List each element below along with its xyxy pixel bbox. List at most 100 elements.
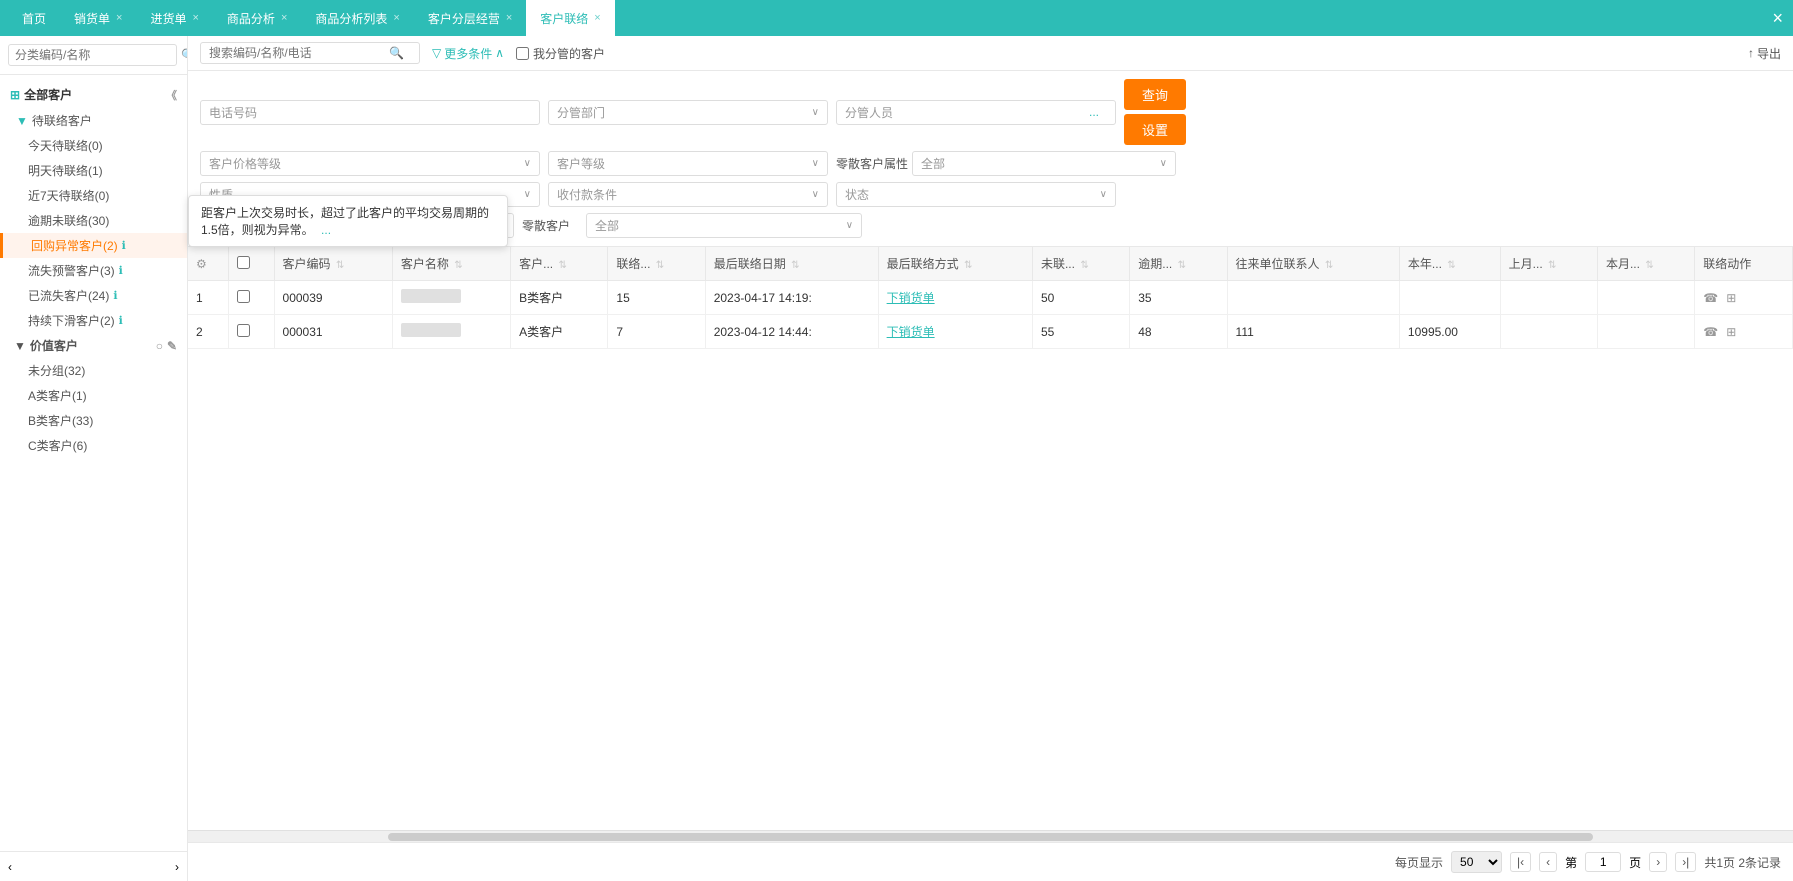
- nav-customer-tier[interactable]: 客户分层经营 ×: [414, 0, 526, 36]
- table-settings-icon[interactable]: ⚙: [196, 257, 207, 271]
- sidebar-group-value-customers[interactable]: ▼ 价值客户 ○ ✎: [0, 333, 187, 358]
- col-last-month-header[interactable]: 上月... ⇅: [1500, 247, 1597, 281]
- contact-more-icon[interactable]: ⊞: [1726, 325, 1736, 339]
- row1-overdue: 35: [1130, 281, 1227, 315]
- manager-filter[interactable]: 分管人员 ...: [836, 100, 1116, 125]
- row1-current-month: [1597, 281, 1694, 315]
- ellipsis-icon[interactable]: ...: [1081, 105, 1107, 119]
- page-number-input[interactable]: [1585, 852, 1621, 872]
- sidebar-item-churned[interactable]: 已流失客户(24) ℹ: [0, 283, 187, 308]
- col-last-contact-method-header[interactable]: 最后联络方式 ⇅: [878, 247, 1032, 281]
- row-checkbox[interactable]: [237, 324, 250, 337]
- sidebar-item-declining[interactable]: 持续下滑客户(2) ℹ: [0, 308, 187, 333]
- next-page-icon[interactable]: ›: [175, 860, 179, 874]
- select-all-checkbox[interactable]: [237, 256, 250, 269]
- row2-overdue: 48: [1130, 315, 1227, 349]
- search-icon[interactable]: 🔍: [389, 46, 404, 60]
- row1-last-method[interactable]: 下销货单: [878, 281, 1032, 315]
- sidebar-item-today[interactable]: 今天待联络(0): [0, 133, 187, 158]
- sort-icon: ⇅: [1325, 260, 1333, 271]
- nav-product-analysis-list[interactable]: 商品分析列表 ×: [301, 0, 413, 36]
- customer-search-input[interactable]: [209, 46, 389, 60]
- payment-filter[interactable]: 收付款条件 ∨: [548, 182, 828, 207]
- sidebar-item-tomorrow[interactable]: 明天待联络(1): [0, 158, 187, 183]
- phone-filter[interactable]: 电话号码: [200, 100, 540, 125]
- first-page-button[interactable]: |‹: [1510, 852, 1531, 872]
- chevron-down-icon: ∨: [524, 189, 531, 200]
- row2-last-method[interactable]: 下销货单: [878, 315, 1032, 349]
- prev-page-button[interactable]: ‹: [1539, 852, 1557, 872]
- sidebar-item-churn-warning[interactable]: 流失预警客户(3) ℹ: [0, 258, 187, 283]
- col-contacts-header[interactable]: 往来单位联系人 ⇅: [1227, 247, 1399, 281]
- customer-level-filter[interactable]: 客户等级 ∨: [548, 151, 828, 176]
- my-customers-checkbox-area: 我分管的客户: [516, 45, 605, 62]
- col-overdue-header[interactable]: 逾期... ⇅: [1130, 247, 1227, 281]
- nav-product-analysis[interactable]: 商品分析 ×: [213, 0, 301, 36]
- chevron-down-icon: ∨: [1160, 158, 1167, 169]
- sidebar-item-class-b[interactable]: B类客户(33): [0, 408, 187, 433]
- nav-sales-order[interactable]: 销货单 ×: [60, 0, 136, 36]
- close-icon[interactable]: ×: [594, 12, 600, 24]
- my-customers-checkbox[interactable]: [516, 47, 529, 60]
- col-current-year-header[interactable]: 本年... ⇅: [1399, 247, 1500, 281]
- retail-customer-filter[interactable]: 全部 ∨: [586, 213, 862, 238]
- col-current-month-header[interactable]: 本月... ⇅: [1597, 247, 1694, 281]
- chevron-down-icon: ∨: [812, 107, 819, 118]
- retail-attr-filter[interactable]: 全部 ∨: [912, 151, 1176, 176]
- close-icon[interactable]: ×: [281, 12, 287, 24]
- status-filter[interactable]: 状态 ∨: [836, 182, 1116, 207]
- filter-bar: 🔍 ▽ 更多条件 ∧ 我分管的客户 ↑ 导出: [188, 36, 1793, 71]
- sidebar-item-7days[interactable]: 近7天待联络(0): [0, 183, 187, 208]
- price-level-filter[interactable]: 客户价格等级 ∨: [200, 151, 540, 176]
- edit-group-icon[interactable]: ✎: [167, 339, 177, 353]
- nav-close-all-button[interactable]: ×: [1772, 8, 1783, 29]
- col-last-contact-date-header[interactable]: 最后联络日期 ⇅: [705, 247, 878, 281]
- contact-more-icon[interactable]: ⊞: [1726, 291, 1736, 305]
- col-customer-type-header[interactable]: 客户... ⇅: [511, 247, 608, 281]
- sidebar-item-class-a[interactable]: A类客户(1): [0, 383, 187, 408]
- horizontal-scrollbar[interactable]: [188, 830, 1793, 842]
- col-uncontact-header[interactable]: 未联... ⇅: [1032, 247, 1129, 281]
- row1-actions: ☎ ⊞: [1695, 281, 1793, 315]
- last-page-button[interactable]: ›|: [1675, 852, 1696, 872]
- query-button[interactable]: 查询: [1124, 79, 1186, 110]
- col-name-header[interactable]: 客户名称 ⇅: [392, 247, 510, 281]
- sidebar-section-pending[interactable]: ▼ 待联络客户: [0, 108, 187, 133]
- next-page-button[interactable]: ›: [1649, 852, 1667, 872]
- more-conditions-button[interactable]: ▽ 更多条件 ∧: [432, 45, 504, 62]
- add-group-icon[interactable]: ○: [156, 339, 163, 353]
- close-icon[interactable]: ×: [192, 12, 198, 24]
- table-row: 1 000039 B类客户 15 2023-04-17 14:19:: [188, 281, 1793, 315]
- close-icon[interactable]: ×: [506, 12, 512, 24]
- nav-customer-contact[interactable]: 客户联络 ×: [526, 0, 614, 36]
- close-icon[interactable]: ×: [393, 12, 399, 24]
- sidebar-item-repurchase-abnormal[interactable]: 回购异常客户(2) ℹ: [0, 233, 187, 258]
- sidebar-bottom: ‹ ›: [0, 851, 187, 881]
- sidebar-item-ungrouped[interactable]: 未分组(32): [0, 358, 187, 383]
- page-size-select[interactable]: 50 100 200: [1451, 851, 1502, 873]
- collapse-icon[interactable]: 《: [166, 87, 177, 103]
- scroll-thumb[interactable]: [388, 833, 1593, 841]
- export-icon: ↑: [1748, 46, 1754, 60]
- prev-page-icon[interactable]: ‹: [8, 860, 12, 874]
- sidebar-search-input[interactable]: [8, 44, 177, 66]
- contact-phone-icon[interactable]: ☎: [1703, 325, 1718, 339]
- row1-last-date: 2023-04-17 14:19:: [705, 281, 878, 315]
- nav-home[interactable]: 首页: [8, 0, 60, 36]
- customers-table: ⚙ 客户编码 ⇅ 客户名称 ⇅: [188, 247, 1793, 349]
- sidebar-item-class-c[interactable]: C类客户(6): [0, 433, 187, 458]
- row2-last-month: [1500, 315, 1597, 349]
- export-button[interactable]: ↑ 导出: [1748, 45, 1781, 62]
- settings-button[interactable]: 设置: [1124, 114, 1186, 145]
- row-checkbox[interactable]: [237, 290, 250, 303]
- department-filter[interactable]: 分管部门 ∨: [548, 100, 828, 125]
- contact-phone-icon[interactable]: ☎: [1703, 291, 1718, 305]
- sidebar-root-item[interactable]: ⊞ 全部客户 《: [0, 81, 187, 108]
- close-icon[interactable]: ×: [116, 12, 122, 24]
- search-icon[interactable]: 🔍: [181, 48, 188, 62]
- nav-purchase-order[interactable]: 进货单 ×: [136, 0, 212, 36]
- col-code-header[interactable]: 客户编码 ⇅: [274, 247, 392, 281]
- sidebar-item-overdue[interactable]: 逾期未联络(30): [0, 208, 187, 233]
- col-contact-count-header[interactable]: 联络... ⇅: [608, 247, 705, 281]
- row1-index: 1: [188, 281, 229, 315]
